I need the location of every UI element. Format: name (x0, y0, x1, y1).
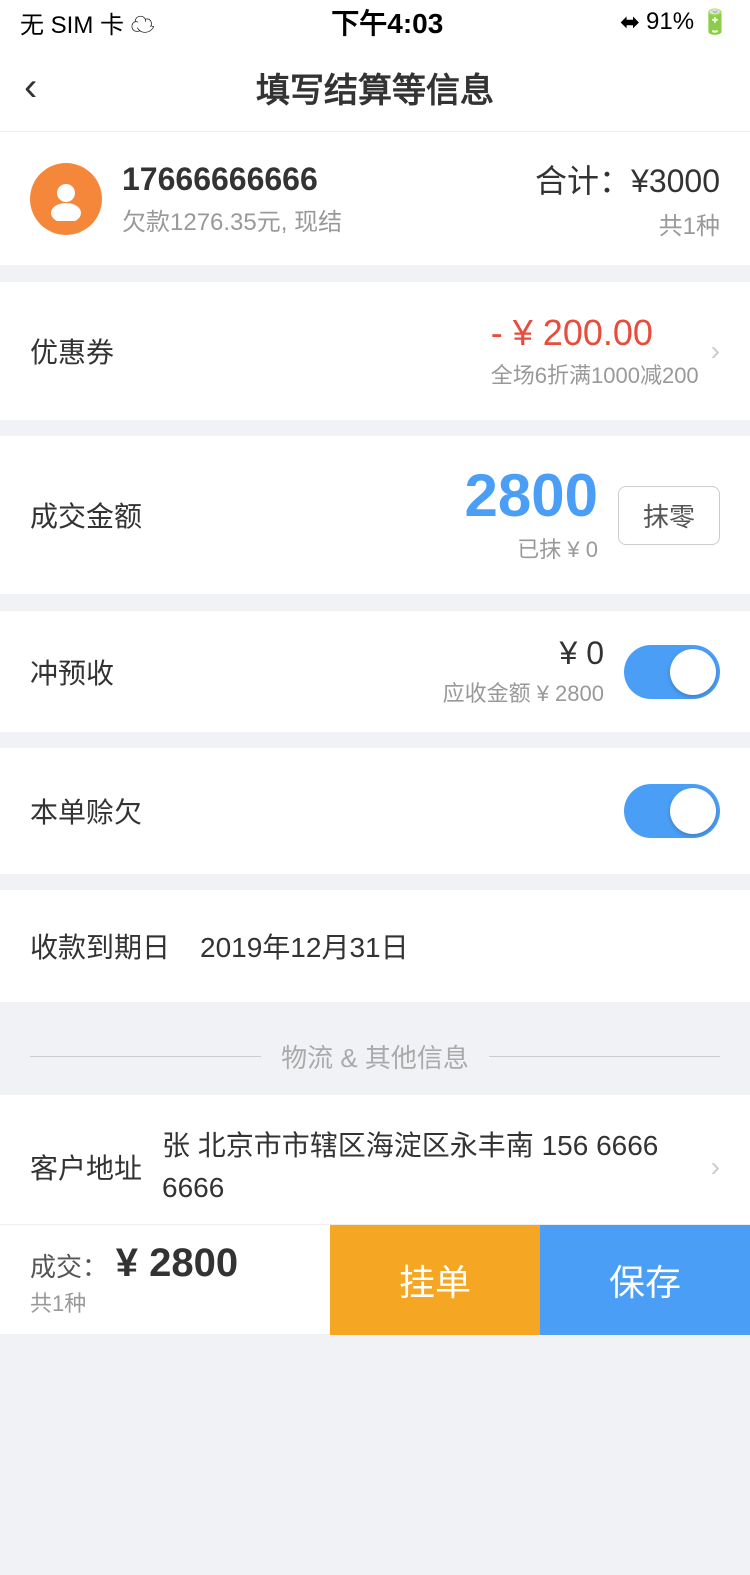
customer-phone: 17666666666 (122, 161, 535, 198)
address-value: 张 北京市市辖区海淀区永丰南 156 6666 6666 (162, 1125, 691, 1209)
status-left: 无 SIM 卡 ☁ (20, 5, 155, 40)
prepay-toggle[interactable] (624, 645, 720, 699)
total-value: ¥3000 (631, 163, 720, 199)
customer-info-row: 17666666666 欠款1276.35元, 现结 合计：¥3000 共1种 (0, 132, 750, 265)
battery-full-icon: 🔋 (700, 8, 730, 37)
due-date-value: 2019年12月31日 (200, 926, 409, 966)
address-chevron-icon: › (711, 1151, 720, 1183)
section-divider-text: 物流 & 其他信息 (281, 1038, 469, 1075)
hang-order-button[interactable]: 挂单 (330, 1225, 540, 1335)
status-bar: 无 SIM 卡 ☁ 下午4:03 ⬌ 91% 🔋 (0, 0, 750, 44)
divider-line-left (30, 1056, 261, 1057)
coupon-amount: - ¥ 200.00 (491, 312, 699, 354)
prepay-right: ¥ 0 应收金额 ¥ 2800 (443, 635, 720, 708)
deal-amount-row: 成交金额 2800 已抹 ¥ 0 抹零 (0, 436, 750, 594)
deal-wiped: 已抹 ¥ 0 (465, 532, 598, 564)
coupon-desc: 全场6折满1000减200 (491, 358, 699, 390)
due-date-row: 收款到期日 2019年12月31日 (0, 890, 750, 1002)
deal-right: 2800 已抹 ¥ 0 抹零 (465, 466, 721, 564)
bottom-count: 共1种 (30, 1286, 300, 1318)
gray-divider-2 (0, 732, 750, 748)
gray-divider-1 (0, 420, 750, 436)
debt-toggle-knob (670, 788, 716, 834)
customer-details: 17666666666 欠款1276.35元, 现结 (122, 161, 535, 237)
chevron-right-icon: › (711, 335, 720, 367)
total-label: 合计： (535, 163, 631, 199)
due-date-label: 收款到期日 (30, 926, 170, 966)
status-right: ⬌ 91% 🔋 (620, 8, 730, 37)
prepay-zero: ¥ 0 (443, 635, 604, 672)
back-button[interactable]: ‹ (24, 65, 37, 110)
status-time: 下午4:03 (331, 2, 443, 42)
address-label: 客户地址 (30, 1147, 142, 1187)
bottom-deal-label: 成交： (30, 1252, 108, 1282)
avatar (30, 163, 102, 235)
debt-row: 本单赊欠 (0, 748, 750, 874)
debt-label: 本单赊欠 (30, 791, 142, 831)
bottom-bar: 成交： ¥ 2800 共1种 挂单 保存 (0, 1224, 750, 1334)
coupon-row[interactable]: 优惠券 - ¥ 200.00 全场6折满1000减200 › (0, 281, 750, 420)
wipe-zero-button[interactable]: 抹零 (618, 486, 720, 545)
save-button[interactable]: 保存 (540, 1225, 750, 1335)
total-amount: 合计：¥3000 (535, 156, 720, 202)
battery-icon: ⬌ (620, 8, 640, 37)
prepay-label: 冲预收 (30, 652, 114, 692)
deal-amount-value: 2800 (465, 466, 598, 526)
bottom-deal-row: 成交： ¥ 2800 (30, 1241, 300, 1286)
customer-total: 合计：¥3000 共1种 (535, 156, 720, 241)
deal-amount-label: 成交金额 (30, 495, 142, 535)
divider-line-right (489, 1056, 720, 1057)
address-row[interactable]: 客户地址 张 北京市市辖区海淀区永丰南 156 6666 6666 › (0, 1095, 750, 1239)
nav-bar: ‹ 填写结算等信息 (0, 44, 750, 132)
customer-debt: 欠款1276.35元, 现结 (122, 202, 535, 237)
coupon-label: 优惠券 (30, 331, 114, 371)
bottom-info: 成交： ¥ 2800 共1种 (0, 1241, 330, 1318)
prepay-row: 冲预收 ¥ 0 应收金额 ¥ 2800 (0, 610, 750, 732)
section-divider: 物流 & 其他信息 (0, 1018, 750, 1095)
bottom-amount: ¥ 2800 (116, 1241, 238, 1285)
coupon-right: - ¥ 200.00 全场6折满1000减200 › (491, 312, 720, 390)
coupon-info: - ¥ 200.00 全场6折满1000减200 (491, 312, 699, 390)
toggle-knob (670, 649, 716, 695)
battery-level: 91% (646, 8, 694, 36)
prepay-receivable: 应收金额 ¥ 2800 (443, 676, 604, 708)
sim-label: 无 SIM 卡 ☁ (20, 5, 155, 40)
content-area: 17666666666 欠款1276.35元, 现结 合计：¥3000 共1种 … (0, 132, 750, 1575)
debt-toggle[interactable] (624, 784, 720, 838)
prepay-amounts: ¥ 0 应收金额 ¥ 2800 (443, 635, 604, 708)
deal-amount-wrap: 2800 已抹 ¥ 0 (465, 466, 598, 564)
total-count: 共1种 (535, 206, 720, 241)
nav-title: 填写结算等信息 (256, 63, 494, 112)
